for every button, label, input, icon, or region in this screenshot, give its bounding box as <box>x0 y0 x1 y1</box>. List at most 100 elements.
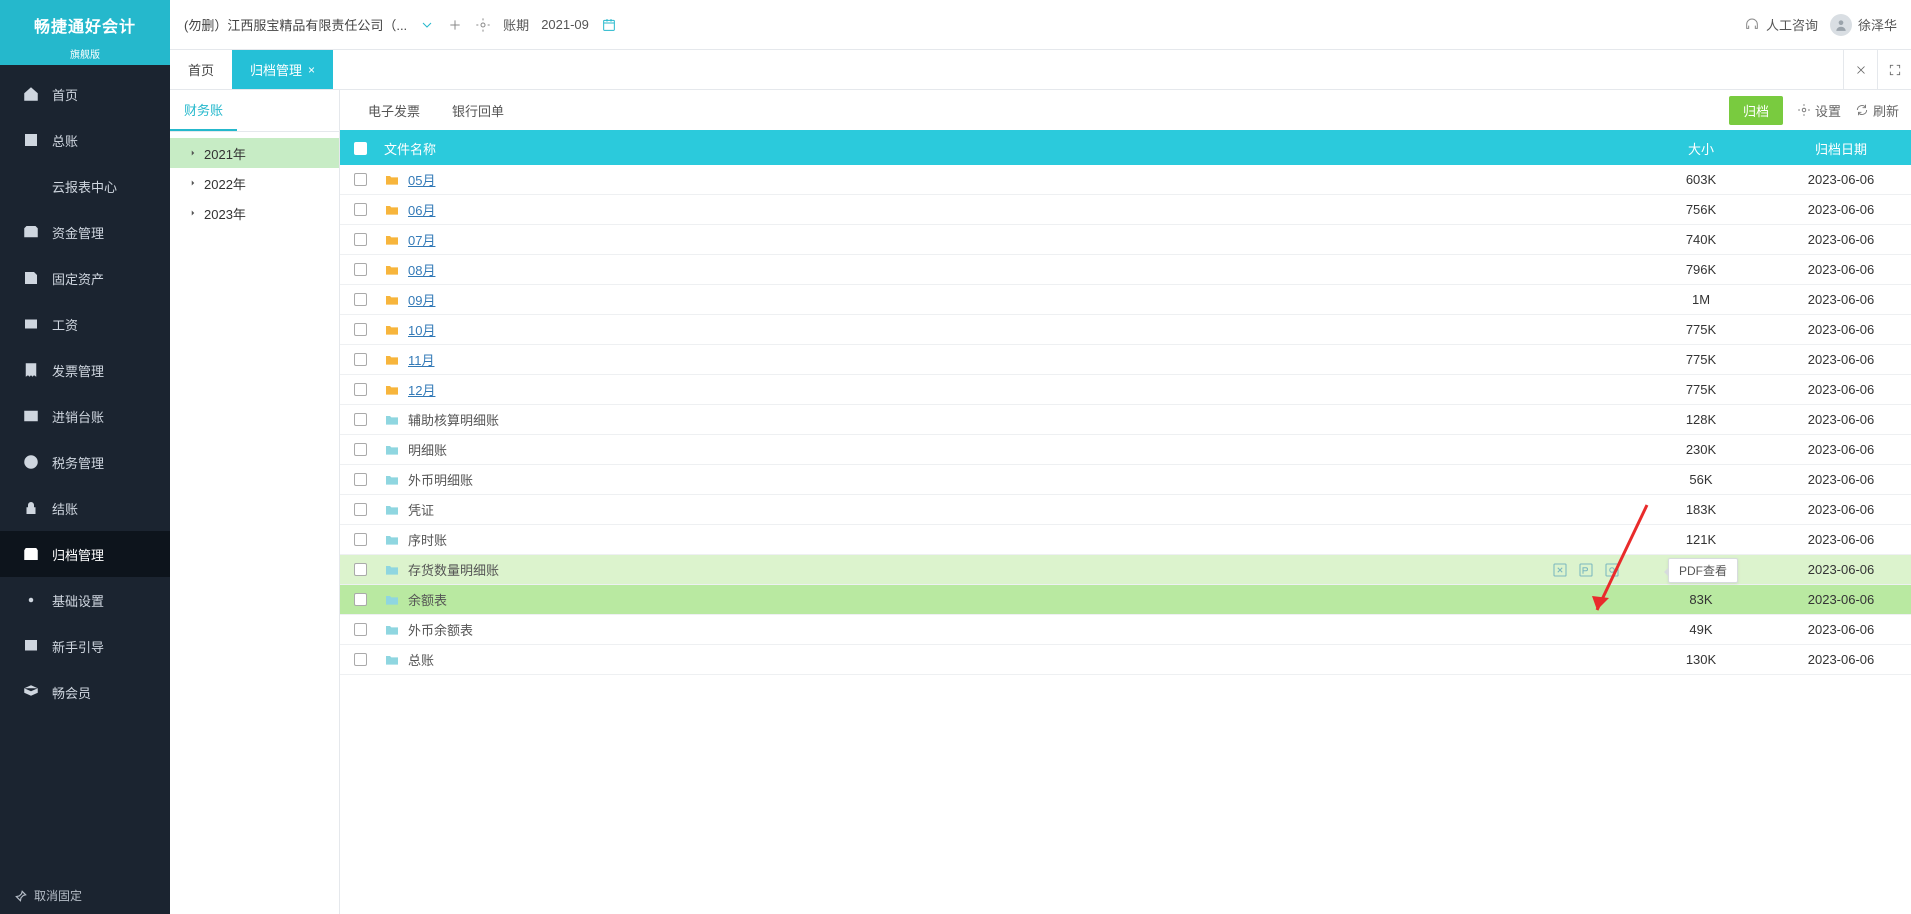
table-row[interactable]: 总账130K2023-06-06 <box>340 645 1911 675</box>
cat-tab-finance[interactable]: 财务账 <box>170 90 237 131</box>
table-row[interactable]: 11月775K2023-06-06 <box>340 345 1911 375</box>
file-name[interactable]: 09月 <box>408 290 435 309</box>
row-checkbox[interactable] <box>354 263 367 276</box>
file-name[interactable]: 凭证 <box>408 500 434 519</box>
home-icon <box>22 85 40 103</box>
row-checkbox[interactable] <box>354 413 367 426</box>
tab-label: 首页 <box>188 60 214 79</box>
close-all-button[interactable] <box>1843 50 1877 89</box>
tree-year-2021[interactable]: 2021年 <box>170 138 339 168</box>
tree-year-2022[interactable]: 2022年 <box>170 168 339 198</box>
nav-unpin[interactable]: 取消固定 <box>0 877 170 914</box>
nav-funds[interactable]: 资金管理 <box>0 209 170 255</box>
file-name[interactable]: 明细账 <box>408 440 447 459</box>
row-checkbox[interactable] <box>354 233 367 246</box>
table-row[interactable]: 10月775K2023-06-06 <box>340 315 1911 345</box>
refresh-link[interactable]: 刷新 <box>1855 101 1899 120</box>
row-checkbox[interactable] <box>354 323 367 336</box>
row-checkbox[interactable] <box>354 623 367 636</box>
nav-tax[interactable]: 税务管理 <box>0 439 170 485</box>
file-name[interactable]: 11月 <box>408 350 435 369</box>
nav-inout[interactable]: 进销台账 <box>0 393 170 439</box>
col-name[interactable]: 文件名称 <box>380 139 1631 158</box>
file-name[interactable]: 外币明细账 <box>408 470 473 489</box>
nav-close[interactable]: 结账 <box>0 485 170 531</box>
file-name[interactable]: 06月 <box>408 200 435 219</box>
table-row[interactable]: 辅助核算明细账128K2023-06-06 <box>340 405 1911 435</box>
file-name[interactable]: 存货数量明细账 <box>408 560 499 579</box>
plus-icon[interactable] <box>447 17 463 33</box>
row-checkbox[interactable] <box>354 203 367 216</box>
col-size[interactable]: 大小 <box>1631 139 1771 158</box>
calendar-icon[interactable] <box>601 17 617 33</box>
nav-member[interactable]: 畅会员 <box>0 669 170 715</box>
tree-year-2023[interactable]: 2023年 <box>170 198 339 228</box>
nav-ledger[interactable]: 总账 <box>0 117 170 163</box>
row-checkbox[interactable] <box>354 593 367 606</box>
file-name[interactable]: 余额表 <box>408 590 447 609</box>
table-row[interactable]: 余额表83K2023-06-06 <box>340 585 1911 615</box>
col-date[interactable]: 归档日期 <box>1771 139 1911 158</box>
close-icon[interactable]: × <box>308 63 315 77</box>
file-name[interactable]: 序时账 <box>408 530 447 549</box>
chat-link[interactable]: 人工咨询 <box>1744 15 1818 34</box>
row-checkbox[interactable] <box>354 383 367 396</box>
row-checkbox[interactable] <box>354 353 367 366</box>
file-name[interactable]: 05月 <box>408 170 435 189</box>
file-folder-icon <box>384 532 400 548</box>
file-name[interactable]: 12月 <box>408 380 435 399</box>
table-row[interactable]: 凭证183K2023-06-06 <box>340 495 1911 525</box>
row-checkbox[interactable] <box>354 653 367 666</box>
table-row[interactable]: 07月740K2023-06-06 <box>340 225 1911 255</box>
table-row[interactable]: 存货数量明细账PDF查看5K2023-06-06 <box>340 555 1911 585</box>
nav-settings[interactable]: 基础设置 <box>0 577 170 623</box>
file-name[interactable]: 08月 <box>408 260 435 279</box>
gear-icon <box>1797 103 1811 117</box>
tab-home[interactable]: 首页 <box>170 50 232 89</box>
nav-guide[interactable]: 新手引导 <box>0 623 170 669</box>
fullscreen-button[interactable] <box>1877 50 1911 89</box>
row-checkbox[interactable] <box>354 293 367 306</box>
settings-link[interactable]: 设置 <box>1797 101 1841 120</box>
file-name[interactable]: 10月 <box>408 320 435 339</box>
table-row[interactable]: 08月796K2023-06-06 <box>340 255 1911 285</box>
nav-archive[interactable]: 归档管理 <box>0 531 170 577</box>
table-row[interactable]: 序时账121K2023-06-06 <box>340 525 1911 555</box>
row-checkbox[interactable] <box>354 443 367 456</box>
period-value[interactable]: 2021-09 <box>541 17 589 32</box>
table-row[interactable]: 06月756K2023-06-06 <box>340 195 1911 225</box>
row-checkbox[interactable] <box>354 503 367 516</box>
row-checkbox[interactable] <box>354 473 367 486</box>
company-selector[interactable]: (勿删）江西服宝精品有限责任公司（... <box>184 15 407 34</box>
download-excel-icon[interactable] <box>1551 561 1569 579</box>
nav-assets[interactable]: 固定资产 <box>0 255 170 301</box>
table-row[interactable]: 09月1M2023-06-06 <box>340 285 1911 315</box>
row-checkbox[interactable] <box>354 173 367 186</box>
view-pdf-icon[interactable] <box>1603 561 1621 579</box>
table-row[interactable]: 05月603K2023-06-06 <box>340 165 1911 195</box>
row-checkbox[interactable] <box>354 533 367 546</box>
user-menu[interactable]: 徐泽华 <box>1830 14 1897 36</box>
table-row[interactable]: 明细账230K2023-06-06 <box>340 435 1911 465</box>
table-row[interactable]: 12月775K2023-06-06 <box>340 375 1911 405</box>
nav-invoice[interactable]: 发票管理 <box>0 347 170 393</box>
folder-icon <box>384 352 400 368</box>
nav-home[interactable]: 首页 <box>0 71 170 117</box>
nav-reports[interactable]: 云报表中心 <box>0 163 170 209</box>
chevron-down-icon[interactable] <box>419 17 435 33</box>
file-name[interactable]: 辅助核算明细账 <box>408 410 499 429</box>
file-name[interactable]: 外币余额表 <box>408 620 473 639</box>
row-checkbox[interactable] <box>354 563 367 576</box>
tab-archive[interactable]: 归档管理 × <box>232 50 333 89</box>
gear-icon[interactable] <box>475 17 491 33</box>
file-name[interactable]: 总账 <box>408 650 434 669</box>
cat-tab-bankslip[interactable]: 银行回单 <box>436 91 520 130</box>
select-all-checkbox[interactable] <box>354 142 367 155</box>
nav-salary[interactable]: 工资 <box>0 301 170 347</box>
file-name[interactable]: 07月 <box>408 230 435 249</box>
table-row[interactable]: 外币余额表49K2023-06-06 <box>340 615 1911 645</box>
download-pdf-icon[interactable] <box>1577 561 1595 579</box>
archive-button[interactable]: 归档 <box>1729 96 1783 125</box>
cat-tab-einvoice[interactable]: 电子发票 <box>352 91 436 130</box>
table-row[interactable]: 外币明细账56K2023-06-06 <box>340 465 1911 495</box>
